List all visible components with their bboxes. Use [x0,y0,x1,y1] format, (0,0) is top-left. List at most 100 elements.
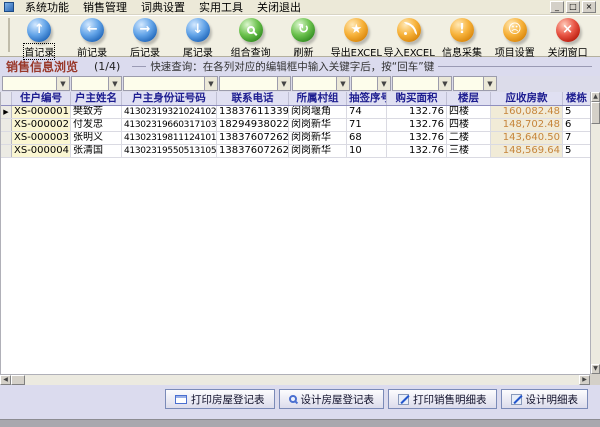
cell-village: 闵岗新华 [289,145,347,157]
chevron-down-icon[interactable]: ▼ [56,77,69,90]
horizontal-scrollbar[interactable]: ◀ ▶ [0,374,590,385]
col-building[interactable]: 楼栋 [563,92,591,105]
filter-combo-house-id[interactable]: ▼ [2,76,70,91]
scroll-right-icon[interactable]: ▶ [579,375,590,385]
col-floor[interactable]: 楼层 [447,92,491,105]
prev-record-button[interactable]: ← 前记录 [66,18,119,59]
col-phone[interactable]: 联系电话 [217,92,289,105]
scroll-left-icon[interactable]: ◀ [0,375,11,385]
table-row[interactable]: ▶ XS-000001 樊致芳 41302319321024102X 13837… [1,106,590,119]
row-indicator [1,145,12,157]
design-detail-button[interactable]: 设计明细表 [500,389,588,409]
design-detail-label: 设计明细表 [525,393,579,406]
vertical-scroll-track[interactable] [591,124,600,364]
filter-combo-floor[interactable]: ▼ [453,76,497,91]
cell-building: 5 [565,145,572,156]
record-counter: (1/4) [94,60,121,73]
menu-sales-management[interactable]: 销售管理 [76,0,134,16]
chevron-down-icon[interactable]: ▼ [377,77,390,90]
scroll-down-icon[interactable]: ▼ [591,364,600,374]
col-amount[interactable]: 应收房款 [491,92,563,105]
col-owner-name[interactable]: 户主姓名 [71,92,122,105]
cell-amount: 148,569.64 [491,145,563,157]
cell-owner-name: 张明义 [71,132,122,144]
filter-combo-phone[interactable]: ▼ [219,76,291,91]
table-row[interactable]: XS-000002 付发忠 413023196603171038 1829493… [1,119,590,132]
grid-header-row: 住户编号 户主姓名 户主身份证号码 联系电话 所属村组 抽签序号 购买面积 楼层… [1,92,591,106]
cell-id-card: 41302319321024102X [124,106,217,118]
col-village[interactable]: 所属村组 [289,92,347,105]
filter-combo-owner-name[interactable]: ▼ [71,76,122,91]
menu-close-exit[interactable]: 关闭退出 [250,0,308,16]
refresh-button[interactable]: ↻ 刷新 [277,18,330,59]
col-id-card[interactable]: 户主身份证号码 [122,92,217,105]
print-sales-detail-button[interactable]: 打印销售明细表 [388,389,497,409]
col-house-id[interactable]: 住户编号 [12,92,71,105]
menu-dictionary-settings[interactable]: 词典设置 [134,0,192,16]
chevron-down-icon[interactable]: ▼ [108,77,121,90]
table-row[interactable]: XS-000004 张清国 413023195505131054 1383760… [1,145,590,158]
scroll-up-icon[interactable]: ▲ [591,92,600,102]
last-record-button[interactable]: ↓ 尾记录 [171,18,224,59]
close-window-button[interactable]: × 关闭窗口 [541,18,594,59]
next-record-button[interactable]: → 后记录 [119,18,172,59]
vertical-scrollbar[interactable]: ▲ ▼ [590,92,600,374]
menu-utilities[interactable]: 实用工具 [192,0,250,16]
horizontal-scroll-track[interactable] [25,375,579,385]
horizontal-scroll-thumb[interactable] [11,375,25,385]
data-grid: 住户编号 户主姓名 户主身份证号码 联系电话 所属村组 抽签序号 购买面积 楼层… [0,92,600,374]
toolbar: ↑ 首记录 ← 前记录 → 后记录 ↓ 尾记录 组合查询 ↻ 刷新 ★ 导出EX… [0,15,600,60]
vertical-scroll-thumb[interactable] [591,102,600,124]
cell-amount: 148,702.48 [491,119,563,131]
minimize-button[interactable]: _ [550,1,564,13]
combo-search-button[interactable]: 组合查询 [224,18,277,59]
cell-owner-name: 樊致芳 [71,106,122,118]
close-button[interactable]: × [582,1,596,13]
design-house-register-label: 设计房屋登记表 [300,393,375,406]
caption-rule-right [438,66,592,67]
export-excel-icon: ★ [344,18,369,42]
print-sales-detail-icon [398,393,409,405]
chevron-down-icon[interactable]: ▼ [438,77,451,90]
info-collect-icon: ! [449,18,474,42]
filter-combo-lot-number[interactable]: ▼ [351,76,391,91]
first-record-icon: ↑ [27,18,52,42]
print-house-register-button[interactable]: 打印房屋登记表 [165,389,275,409]
export-excel-button[interactable]: ★ 导出EXCEL [330,18,383,59]
filter-combo-area[interactable]: ▼ [392,76,452,91]
caption-rule-left [132,66,147,67]
row-indicator [1,132,12,144]
application-window: 系统功能 销售管理 词典设置 实用工具 关闭退出 _ □ × ↑ 首记录 ← 前… [0,0,600,427]
design-house-register-icon [288,395,297,403]
chevron-down-icon[interactable]: ▼ [204,77,217,90]
first-record-button[interactable]: ↑ 首记录 [13,18,66,60]
chevron-down-icon[interactable]: ▼ [277,77,290,90]
chevron-down-icon[interactable]: ▼ [483,77,496,90]
menu-system-functions[interactable]: 系统功能 [18,0,76,16]
table-row[interactable]: XS-000003 张明义 413023198111241019 1383760… [1,132,590,145]
filter-combo-id-card[interactable]: ▼ [123,76,218,91]
cell-floor: 三楼 [447,145,491,157]
col-lot-number[interactable]: 抽签序号 [347,92,387,105]
cell-area: 132.76 [387,119,447,131]
cell-floor: 四楼 [447,119,491,131]
cell-house-id: XS-000002 [12,119,71,131]
footer-button-bar: 打印房屋登记表 设计房屋登记表 打印销售明细表 设计明细表 [0,385,600,413]
filter-combo-village[interactable]: ▼ [292,76,350,91]
cell-lot-number: 68 [347,132,387,144]
print-sales-detail-label: 打印销售明细表 [413,393,487,406]
mdi-window-controls: _ □ × [550,1,598,13]
cell-phone: 13837611339 [219,106,289,118]
design-house-register-button[interactable]: 设计房屋登记表 [278,389,384,409]
chevron-down-icon[interactable]: ▼ [336,77,349,90]
horizontal-scrollbar-row: ◀ ▶ [0,374,600,385]
project-settings-button[interactable]: ☹ 项目设置 [488,18,541,59]
cell-house-id: XS-000003 [12,132,71,144]
import-excel-button[interactable]: 导入EXCEL [383,18,436,59]
system-menu-icon[interactable] [4,2,14,12]
cell-id-card: 413023195505131054 [124,145,217,157]
restore-button[interactable]: □ [566,1,580,13]
cell-lot-number: 10 [347,145,387,157]
col-area[interactable]: 购买面积 [387,92,447,105]
info-collect-button[interactable]: ! 信息采集 [436,18,489,59]
